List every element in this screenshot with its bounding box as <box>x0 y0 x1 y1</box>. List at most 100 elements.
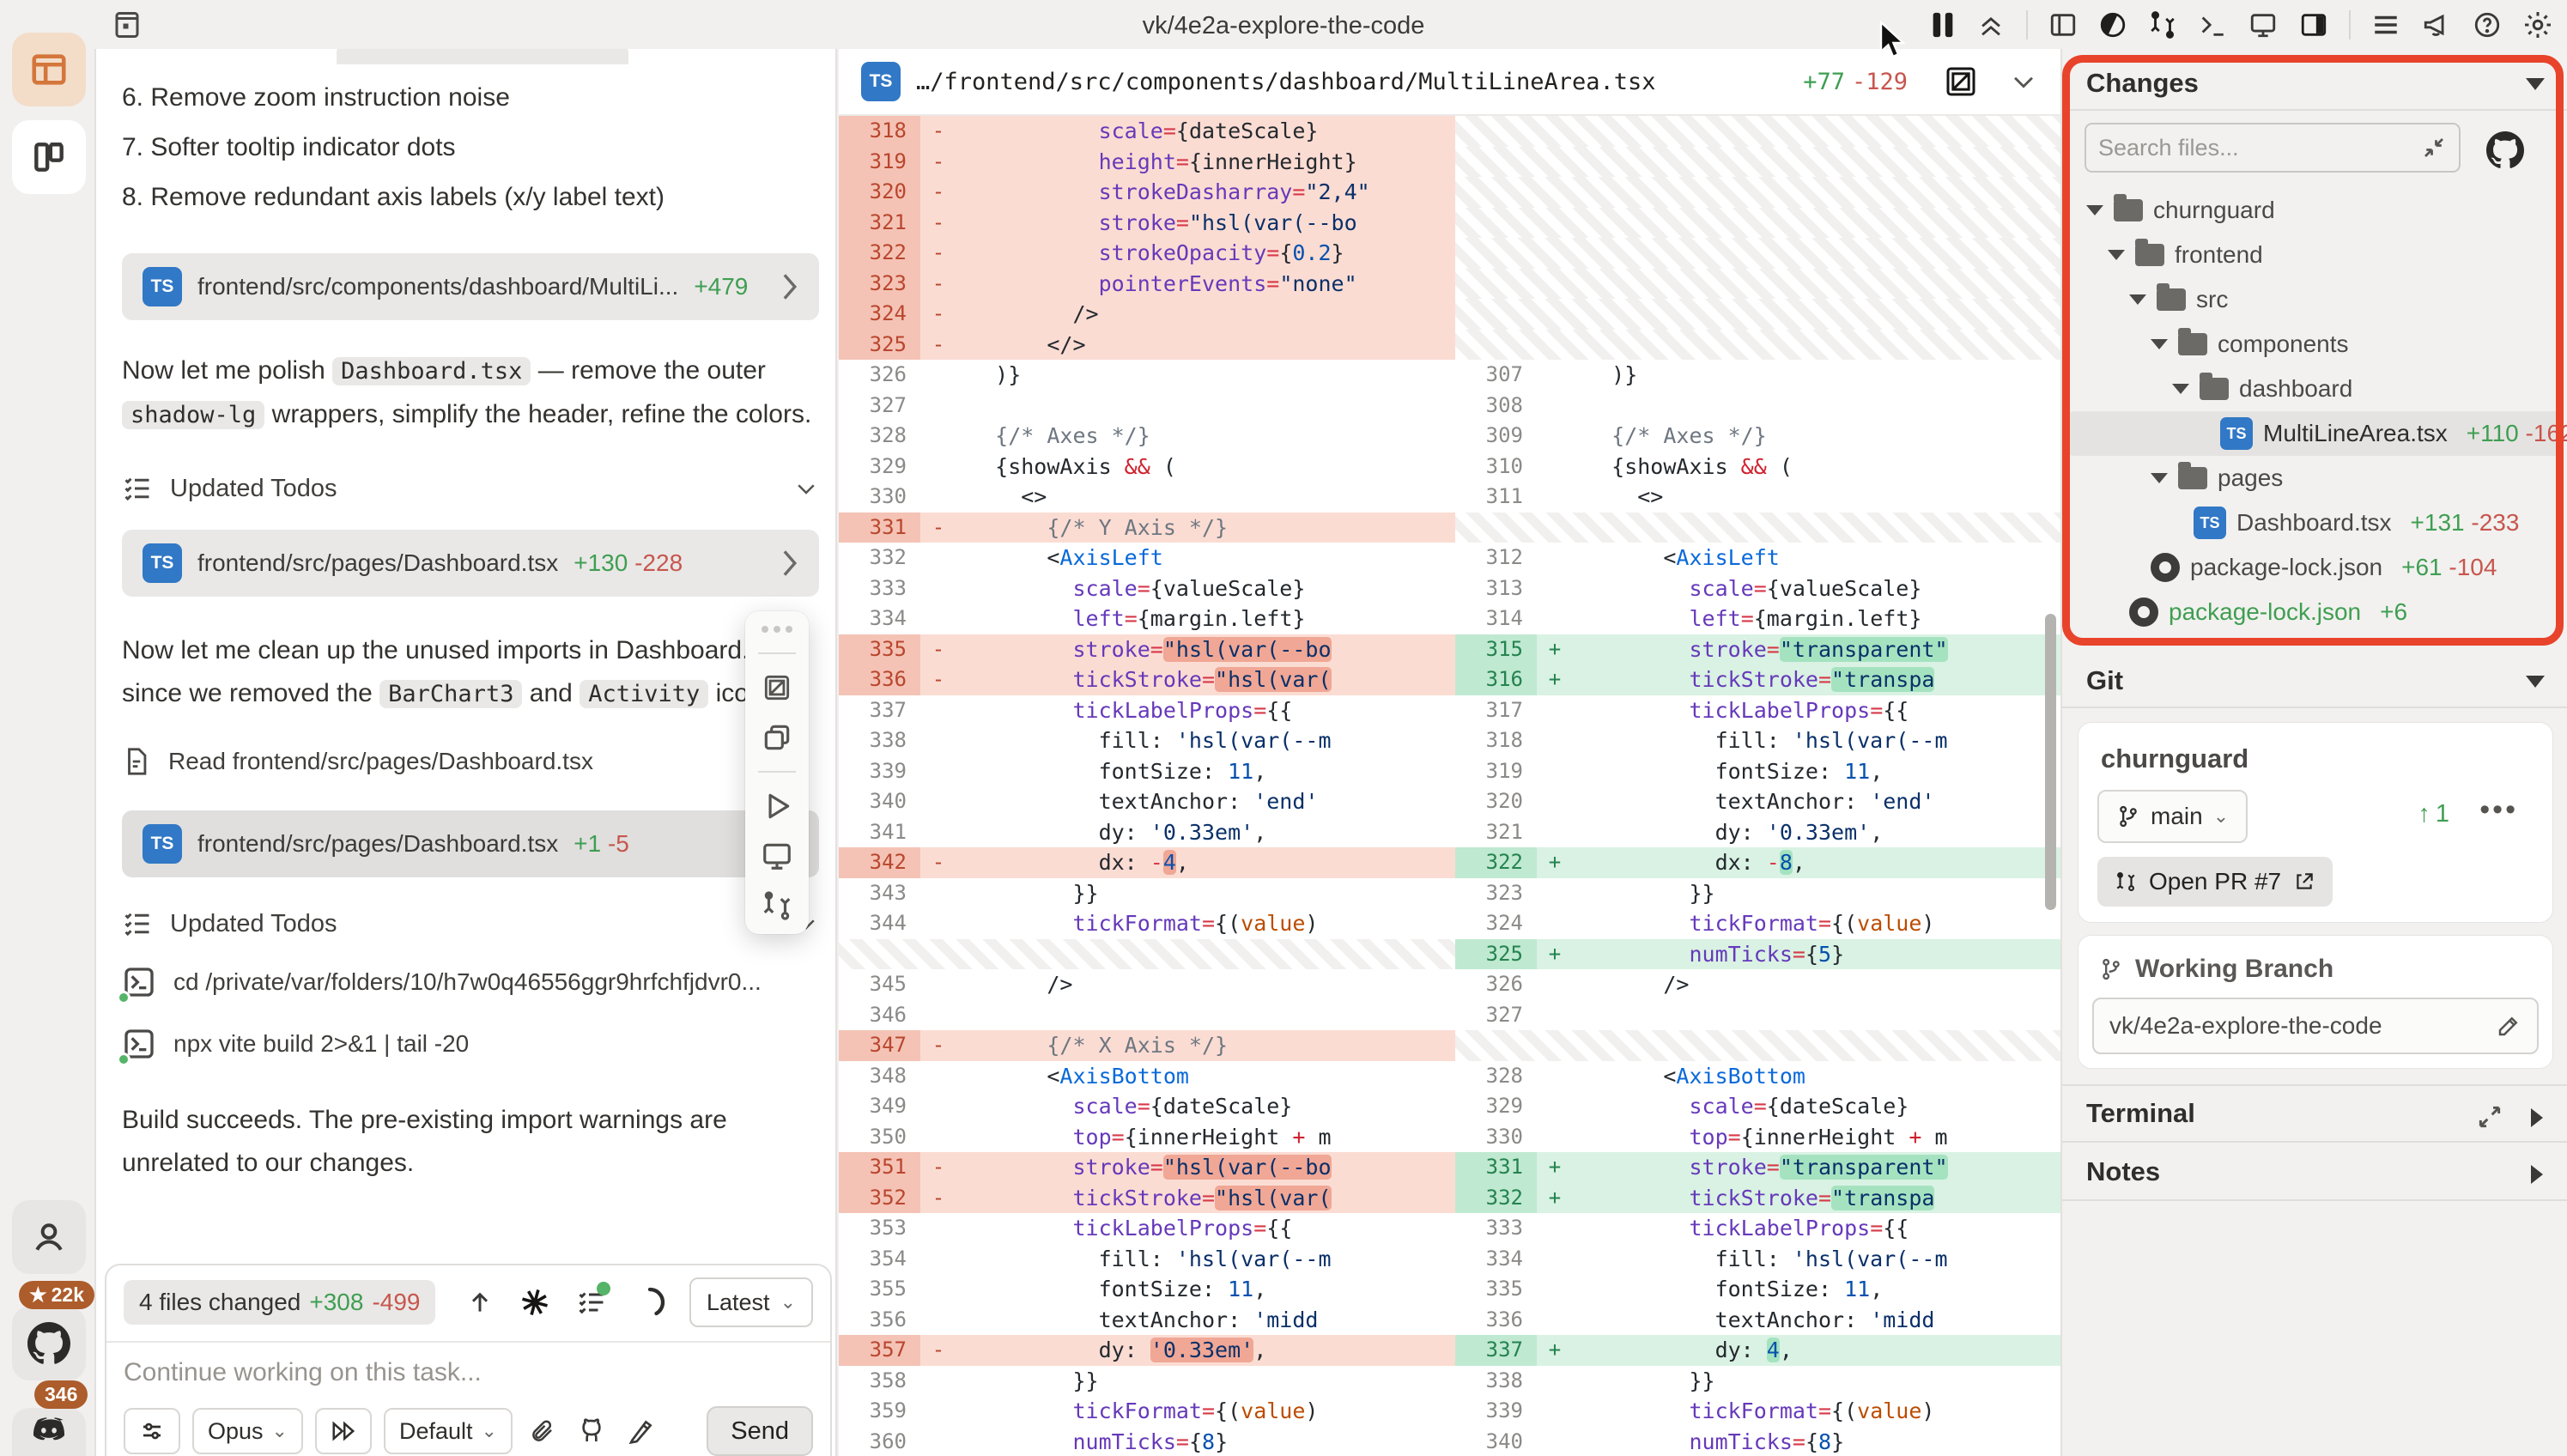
todos-status-icon[interactable] <box>576 1287 607 1318</box>
rail-item-discord[interactable] <box>12 1408 86 1456</box>
attach-file-button[interactable] <box>525 1417 561 1446</box>
megaphone-icon[interactable] <box>2421 10 2452 39</box>
panel-right-filled-icon[interactable] <box>2299 10 2328 39</box>
typescript-file-icon: TS <box>143 824 182 864</box>
gear-icon[interactable] <box>2522 9 2553 40</box>
caret-down-icon[interactable] <box>2086 205 2103 215</box>
pause-icon[interactable] <box>1930 10 1956 39</box>
line-number: 321 <box>1455 817 1537 848</box>
caret-down-icon[interactable] <box>2108 250 2125 260</box>
tree-row-package-lock-json[interactable]: package-lock.json+61 -104 <box>2062 545 2567 590</box>
diff-line: 331- {/* Y Axis */} <box>839 513 1455 543</box>
diff-view-toggle-icon[interactable] <box>1944 64 1978 99</box>
rail-item-account[interactable] <box>12 1200 86 1274</box>
chevron-down-icon[interactable] <box>793 476 819 501</box>
git-compare-icon[interactable] <box>761 889 793 922</box>
tool-call-row[interactable]: Read frontend/src/pages/Dashboard.tsx <box>122 745 819 778</box>
terminal-icon[interactable] <box>2198 10 2227 39</box>
expand-terminal-icon[interactable] <box>2476 1103 2503 1131</box>
terminal-command-row[interactable]: npx vite build 2>&1 | tail -20 <box>122 1027 819 1061</box>
code-text: dy: '0.33em', <box>1573 817 2060 848</box>
diff-line: 329 scale={dateScale} <box>1455 1091 2060 1122</box>
diff-marker <box>1537 1427 1573 1456</box>
rail-item-github[interactable] <box>12 1307 86 1380</box>
model-dropdown[interactable]: Opus⌄ <box>192 1408 303 1454</box>
collapse-file-icon[interactable] <box>2009 67 2038 96</box>
tree-diff-stats: +61 -104 <box>2401 554 2497 581</box>
help-icon[interactable] <box>2473 10 2502 39</box>
search-input[interactable] <box>2098 135 2421 161</box>
rail-item-kanban[interactable] <box>12 120 86 194</box>
git-section-title[interactable]: Git <box>2086 665 2123 696</box>
fast-forward-button[interactable] <box>315 1408 372 1454</box>
tree-row-dashboard-tsx[interactable]: TSDashboard.tsx+131 -233 <box>2062 500 2567 545</box>
git-collapse-icon[interactable] <box>2526 676 2545 688</box>
code-text: textAnchor: 'midd <box>956 1305 1455 1336</box>
burst-icon[interactable] <box>519 1287 550 1318</box>
github-cat-icon[interactable] <box>2486 131 2524 169</box>
menu-icon[interactable] <box>2371 10 2400 39</box>
tree-row-package-lock-json[interactable]: package-lock.json+6 <box>2062 590 2567 634</box>
tree-row-multilinearea-tsx[interactable]: TSMultiLineArea.tsx+110 -162 <box>2067 411 2562 456</box>
updated-todos-row[interactable]: Updated Todos <box>122 908 819 939</box>
working-branch-input[interactable]: vk/4e2a-explore-the-code <box>2092 998 2539 1054</box>
more-options-icon[interactable] <box>758 623 796 635</box>
more-options-button[interactable]: ••• <box>2479 793 2518 827</box>
changes-section-title[interactable]: Changes <box>2086 68 2199 99</box>
edit-pencil-icon[interactable] <box>2496 1013 2521 1039</box>
notes-expand-chevron[interactable] <box>2531 1165 2543 1184</box>
scroll-up-icon[interactable] <box>466 1287 494 1318</box>
diff-line: 310 {showAxis && ( <box>1455 452 2060 482</box>
git-compare-icon[interactable] <box>2148 10 2177 39</box>
caret-down-icon[interactable] <box>2151 473 2168 483</box>
diff-content[interactable]: 318- scale={dateScale}319- height={inner… <box>839 116 2060 1456</box>
copy-icon[interactable] <box>761 721 793 754</box>
terminal-expand-chevron[interactable] <box>2531 1108 2543 1127</box>
diff-line: 332+ tickStroke="transpa <box>1455 1183 2060 1214</box>
files-changed-badge[interactable]: 4 files changed +308 -499 <box>124 1280 435 1325</box>
spinner-icon <box>633 1285 667 1320</box>
notes-section-title[interactable]: Notes <box>2086 1156 2160 1187</box>
file-diff-chip[interactable]: TSfrontend/src/pages/Dashboard.tsx+1 -5 <box>122 810 819 877</box>
diff-scrollbar[interactable] <box>2045 614 2056 910</box>
latest-dropdown[interactable]: Latest ⌄ <box>689 1277 813 1327</box>
mode-dropdown[interactable]: Default⌄ <box>384 1408 513 1454</box>
view-diff-icon[interactable] <box>761 671 793 704</box>
caret-down-icon[interactable] <box>2172 384 2189 394</box>
tree-row-components[interactable]: components <box>2062 322 2567 367</box>
terminal-section-title[interactable]: Terminal <box>2086 1098 2195 1129</box>
collapse-up-icon[interactable] <box>1976 10 2006 39</box>
diff-line: 356 textAnchor: 'midd <box>839 1305 1455 1336</box>
panel-left-icon[interactable] <box>2048 10 2078 39</box>
file-diff-chip[interactable]: TSfrontend/src/pages/Dashboard.tsx+130 -… <box>122 530 819 597</box>
tree-row-dashboard[interactable]: dashboard <box>2062 367 2567 411</box>
settings-sliders-button[interactable] <box>124 1408 180 1454</box>
github-button[interactable] <box>573 1417 610 1445</box>
ahead-count[interactable]: ↑1 <box>2418 800 2449 828</box>
signature-button[interactable] <box>622 1417 660 1445</box>
message-input[interactable]: Continue working on this task... <box>124 1358 813 1387</box>
monitor-icon[interactable] <box>760 840 794 872</box>
diff-line: 312 <AxisLeft <box>1455 543 2060 573</box>
changes-collapse-icon[interactable] <box>2526 78 2545 90</box>
updated-todos-row[interactable]: Updated Todos <box>122 473 819 504</box>
tree-row-frontend[interactable]: frontend <box>2062 233 2567 277</box>
diff-marker: + <box>1537 1335 1573 1366</box>
rail-item-workspace-active[interactable] <box>12 33 86 106</box>
tree-row-pages[interactable]: pages <box>2062 456 2567 500</box>
caret-down-icon[interactable] <box>2129 294 2146 305</box>
theme-contrast-icon[interactable] <box>2098 10 2127 39</box>
discord-count-badge: 346 <box>34 1380 88 1409</box>
tree-row-churnguard[interactable]: churnguard <box>2062 188 2567 233</box>
file-diff-chip[interactable]: TSfrontend/src/components/dashboard/Mult… <box>122 253 819 320</box>
play-icon[interactable] <box>761 790 793 822</box>
display-icon[interactable] <box>2248 10 2279 39</box>
tree-row-src[interactable]: src <box>2062 277 2567 322</box>
send-button[interactable]: Send <box>707 1406 813 1456</box>
branch-dropdown[interactable]: main ⌄ <box>2097 790 2248 843</box>
diff-stats: +130 -228 <box>573 549 683 577</box>
terminal-command-row[interactable]: cd /private/var/folders/10/h7w0q46556ggr… <box>122 965 819 999</box>
collapse-tree-icon[interactable] <box>2421 135 2447 161</box>
caret-down-icon[interactable] <box>2151 339 2168 349</box>
open-pr-button[interactable]: Open PR #7 <box>2097 857 2333 907</box>
